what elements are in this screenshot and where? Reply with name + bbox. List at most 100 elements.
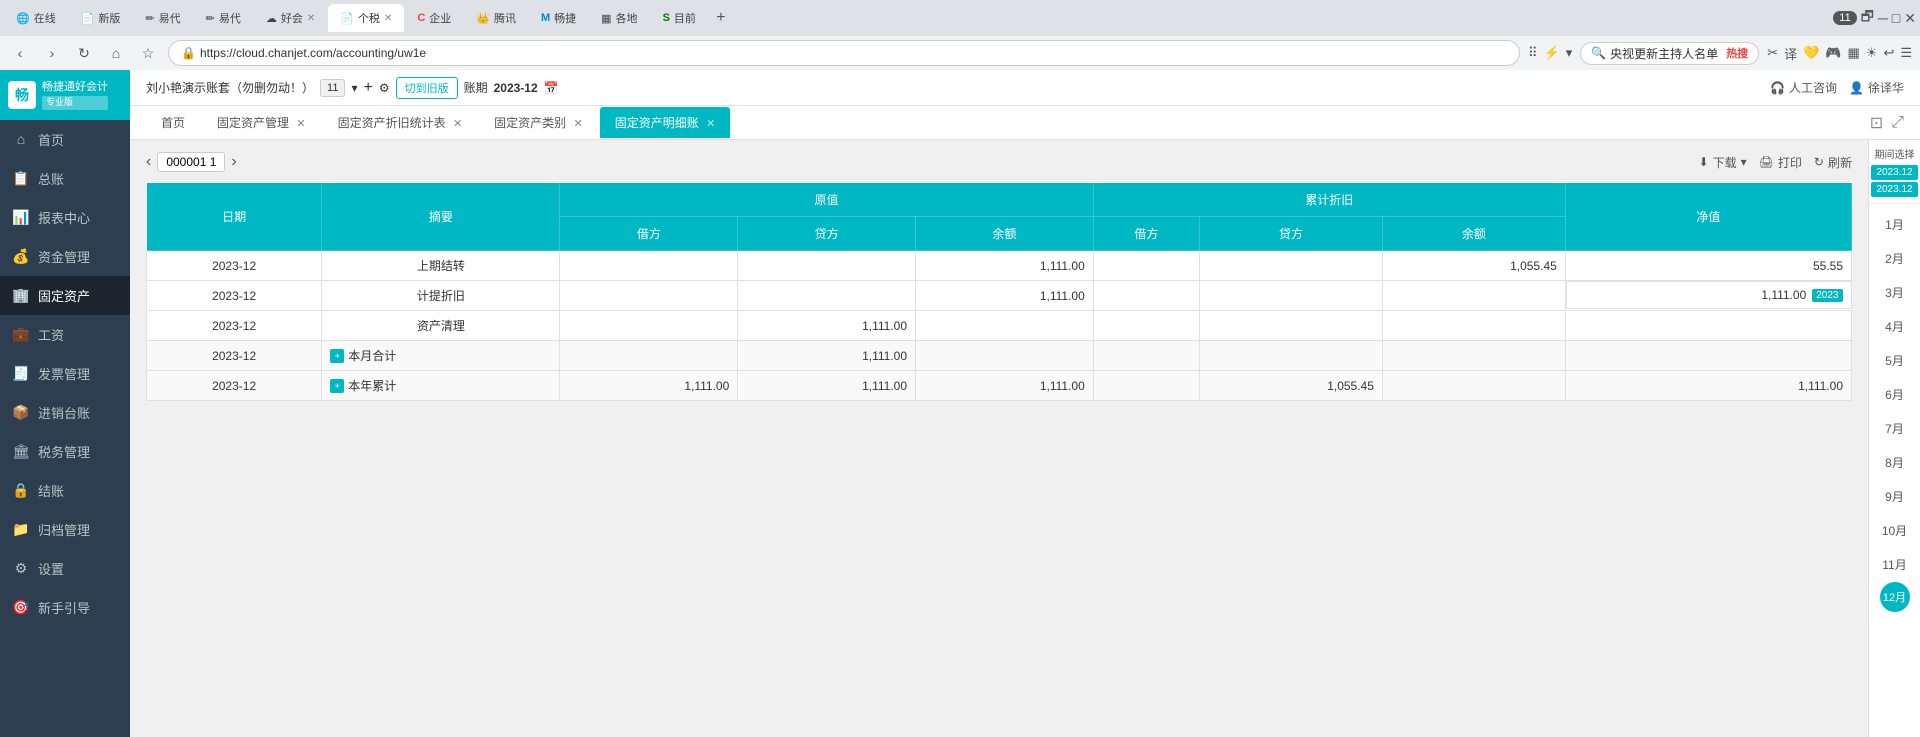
sidebar-item-close[interactable]: 🔒 结账 — [0, 471, 130, 510]
tab-home[interactable]: 首页 — [146, 107, 200, 138]
browser-tab-tencent[interactable]: 👑 腾讯 — [464, 4, 528, 32]
sidebar-item-home[interactable]: ⌂ 首页 — [0, 120, 130, 159]
url-text: https://cloud.chanjet.com/accounting/uw1… — [200, 46, 426, 60]
tab-close-dep-stats[interactable]: ✕ — [453, 118, 462, 130]
month-8[interactable]: 8月 — [1885, 446, 1904, 478]
wallet-icon[interactable]: 💛 — [1803, 45, 1819, 61]
month-10[interactable]: 10月 — [1882, 514, 1907, 546]
support-button[interactable]: 🎧 人工咨询 — [1770, 79, 1837, 96]
tab-close-asset-ledger[interactable]: ✕ — [706, 118, 715, 130]
browser-tab-online[interactable]: 🌐 在线 — [4, 4, 68, 32]
dropdown-icon[interactable]: ▾ — [1566, 45, 1573, 61]
sidebar-item-report[interactable]: 📊 报表中心 — [0, 198, 130, 237]
month-4[interactable]: 4月 — [1885, 310, 1904, 342]
cell-net-value — [1565, 341, 1851, 371]
browser-tab-gedi[interactable]: ▦ 各地 — [589, 4, 649, 32]
month-6[interactable]: 6月 — [1885, 378, 1904, 410]
sidebar-item-salary[interactable]: 💼 工资 — [0, 315, 130, 354]
sidebar-item-fund[interactable]: 💰 资金管理 — [0, 237, 130, 276]
tab-close-asset-cat[interactable]: ✕ — [574, 118, 583, 130]
sidebar-item-archive[interactable]: 📁 归档管理 — [0, 510, 130, 549]
tab-close-icon[interactable]: ✕ — [384, 13, 392, 24]
month-3[interactable]: 3月 — [1885, 276, 1904, 308]
sidebar-label-asset: 固定资产 — [38, 286, 90, 305]
tab-close-asset-mgmt[interactable]: ✕ — [296, 118, 305, 130]
print-button[interactable]: 🖨 打印 — [1759, 154, 1802, 171]
menu-icon[interactable]: ☰ — [1900, 45, 1912, 61]
bookmark-button[interactable]: ☆ — [136, 41, 160, 65]
window-restore-icon[interactable]: 🗗 — [1861, 6, 1874, 30]
search-icon: 🔍 — [1591, 46, 1606, 60]
sidebar-item-asset[interactable]: 🏢 固定资产 — [0, 276, 130, 315]
address-bar: ‹ › ↻ ⌂ ☆ 🔒 https://cloud.chanjet.com/ac… — [0, 36, 1920, 70]
app-container: 畅 畅捷通好会计 专业版 ⌂ 首页 📋 总账 📊 报表中心 💰 资金管理 🏢 固… — [0, 70, 1920, 737]
month-1[interactable]: 1月 — [1885, 208, 1904, 240]
calendar-icon[interactable]: 📅 — [544, 81, 559, 95]
settings-small-icon[interactable]: ⚙ — [379, 81, 390, 95]
game-icon[interactable]: 🎮 — [1825, 45, 1841, 61]
user-profile-button[interactable]: 👤 徐译华 — [1849, 79, 1904, 96]
browser-tab-new[interactable]: 📄 新版 — [69, 4, 133, 32]
month-11[interactable]: 11月 — [1882, 548, 1906, 580]
lightning-icon[interactable]: ⚡ — [1544, 45, 1560, 61]
window-close-icon[interactable]: ✕ — [1904, 10, 1916, 27]
browser-tab-cloud[interactable]: ☁ 好会 ✕ — [254, 4, 327, 32]
sidebar-item-ledger[interactable]: 📋 总账 — [0, 159, 130, 198]
dropdown-arrow[interactable]: ▾ — [351, 81, 357, 95]
browser-tab-s[interactable]: S 目前 — [651, 4, 708, 32]
back-button[interactable]: ‹ — [8, 41, 32, 65]
prev-page-button[interactable]: ‹ — [146, 153, 151, 171]
sidebar-item-settings[interactable]: ⚙ 设置 — [0, 549, 130, 588]
next-page-button[interactable]: › — [231, 153, 236, 171]
tab-close-icon[interactable]: ✕ — [307, 13, 315, 24]
refresh-button[interactable]: ↻ 刷新 — [1814, 154, 1852, 171]
tab-asset-category[interactable]: 固定资产类别 ✕ — [479, 107, 598, 138]
cell-dep-balance — [1382, 341, 1565, 371]
sidebar-item-guide[interactable]: 🎯 新手引导 — [0, 588, 130, 627]
new-tab-button[interactable]: + — [709, 6, 733, 30]
download-arrow[interactable]: ▾ — [1741, 155, 1747, 169]
tab-asset-ledger[interactable]: 固定资产明细账 ✕ — [600, 107, 731, 138]
invoice-icon: 🧾 — [12, 365, 30, 382]
panel-expand-icon[interactable]: ⤢ — [1891, 114, 1904, 132]
scissors-icon[interactable]: ✂ — [1767, 45, 1778, 61]
cell-dep-credit — [1200, 251, 1383, 281]
cell-orig-credit: 1,111.00 — [738, 341, 916, 371]
panel-shrink-icon[interactable]: ⊡ — [1870, 113, 1883, 133]
grid-icon[interactable]: ⠿ — [1528, 45, 1538, 61]
sidebar-item-invoice[interactable]: 🧾 发票管理 — [0, 354, 130, 393]
add-button[interactable]: + — [363, 79, 372, 97]
window-minimize-icon[interactable]: ─ — [1878, 10, 1888, 26]
month-2[interactable]: 2月 — [1885, 242, 1904, 274]
browser-tab-yidai1[interactable]: ✏ 易代 — [133, 4, 192, 32]
tab-depreciation-stats[interactable]: 固定资产折旧统计表 ✕ — [323, 107, 478, 138]
sidebar-label-report: 报表中心 — [38, 208, 90, 227]
theme-icon[interactable]: ☀ — [1866, 45, 1878, 61]
table-row: 2023-12 + 本月合计 1,111.00 — [147, 341, 1852, 371]
month-7[interactable]: 7月 — [1885, 412, 1904, 444]
sidebar-item-tax[interactable]: 🏛 税务管理 — [0, 432, 130, 471]
browser-tab-chang[interactable]: M 畅捷 — [529, 4, 588, 32]
url-input[interactable]: 🔒 https://cloud.chanjet.com/accounting/u… — [168, 40, 1520, 66]
sidebar: 畅 畅捷通好会计 专业版 ⌂ 首页 📋 总账 📊 报表中心 💰 资金管理 🏢 固… — [0, 70, 130, 737]
window-maximize-icon[interactable]: □ — [1892, 10, 1900, 26]
tab-asset-management[interactable]: 固定资产管理 ✕ — [202, 107, 321, 138]
sidebar-label-guide: 新手引导 — [38, 598, 90, 617]
account-count-badge[interactable]: 11 — [320, 79, 345, 97]
translate-icon[interactable]: 译 — [1784, 44, 1797, 63]
browser-tab-corp[interactable]: C 企业 — [405, 4, 463, 32]
browser-tab-active[interactable]: 📄 个税 ✕ — [328, 4, 404, 32]
search-box[interactable]: 🔍 央视更新主持人名单 热搜 — [1580, 42, 1759, 65]
month-9[interactable]: 9月 — [1885, 480, 1904, 512]
undo-icon[interactable]: ↩ — [1883, 45, 1894, 61]
browser-tab-yidai2[interactable]: ✏ 易代 — [194, 4, 253, 32]
forward-button[interactable]: › — [40, 41, 64, 65]
refresh-nav-button[interactable]: ↻ — [72, 41, 96, 65]
switch-version-button[interactable]: 切到旧版 — [396, 77, 458, 99]
home-nav-button[interactable]: ⌂ — [104, 41, 128, 65]
month-5[interactable]: 5月 — [1885, 344, 1904, 376]
month-12-active[interactable]: 12月 — [1880, 582, 1910, 612]
download-button[interactable]: ⬇ 下载 ▾ — [1699, 154, 1747, 171]
sidebar-item-inventory[interactable]: 📦 进销台账 — [0, 393, 130, 432]
grid-view-icon[interactable]: ▦ — [1847, 45, 1859, 61]
